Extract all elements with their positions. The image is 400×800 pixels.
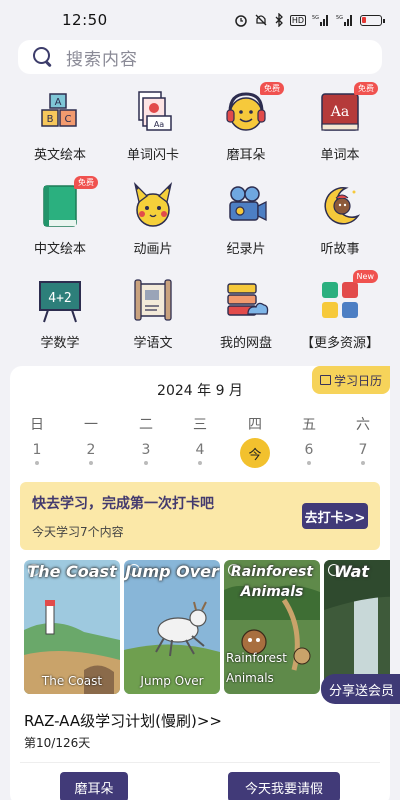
headphones-icon: 免费 [222,82,284,136]
book-caption: Jump Over [140,674,204,688]
calendar-day[interactable]: 4 [180,442,220,465]
abc-blocks-icon: A B C [36,88,84,136]
weekday-label: 四 [248,417,262,433]
grid-item-ear-training[interactable]: 免费 磨耳朵 [200,82,292,163]
alarm-icon [235,15,247,27]
book-cover-title: Rainforest Animals [230,564,314,600]
moon-story-icon [316,182,364,230]
svg-text:5G: 5G [312,15,319,21]
grid-item-label: 学数学 [40,336,80,351]
word-book-icon: Aa 免费 [316,82,378,136]
study-plan-title[interactable]: RAZ-AA级学习计划(慢刷)>> [24,710,222,731]
study-plan-progress: 第10/126天 [24,736,91,750]
free-badge: 免费 [74,176,98,189]
search-bar[interactable]: 搜索内容 [18,40,382,74]
weekday-label: 二 [139,417,153,433]
request-leave-button[interactable]: 今天我要请假 [228,772,340,800]
book-cover-title: The Coast [27,562,117,581]
grid-item-label: 我的网盘 [219,336,272,351]
free-badge: 免费 [260,82,284,95]
calendar-day-today[interactable]: 今 [235,438,275,468]
grid-item-word-flashcards[interactable]: Aa 单词闪卡 [107,88,199,163]
calendar-day[interactable]: 3 [126,442,166,465]
weekday-label: 六 [356,417,370,433]
flashcards-icon: Aa [129,88,177,136]
book-card[interactable]: The Coast The Coast [24,560,120,694]
search-icon [32,46,54,68]
divider [20,762,380,763]
grid-item-label: 单词闪卡 [126,148,179,163]
grid-item-learn-chinese[interactable]: 学语文 [107,276,199,351]
svg-text:C: C [65,114,72,125]
grid-item-learn-math[interactable]: 4+2 学数学 [14,276,106,351]
book-caption: Rainforest Animals [226,651,287,685]
hd-indicator: HD [289,14,306,26]
grid-item-label: 【更多资源】 [300,336,379,351]
grid-item-label: 中文绘本 [33,242,86,257]
status-icons: HD 5G 5G [234,13,385,27]
share-membership-tab[interactable]: 分享送会员 [320,674,400,704]
calendar-day[interactable]: 2 [71,442,111,465]
book-caption: The Coast [41,674,103,688]
cloud-server-icon [222,276,270,324]
signal-icon: 5G [312,15,328,26]
grid-item-my-cloud-drive[interactable]: 我的网盘 [200,276,292,351]
svg-text:Aa: Aa [330,104,349,120]
book-cover-title: Jump Over [125,562,219,581]
math-board-icon: 4+2 [36,276,84,324]
svg-text:Aa: Aa [154,120,164,129]
status-time: 12:50 [62,11,108,29]
grid-item-chinese-picture-books[interactable]: 免费 中文绘本 [14,176,106,257]
ear-training-button[interactable]: 磨耳朵 [60,772,128,800]
signal-icon-2: 5G [336,15,352,26]
study-calendar-tab[interactable]: 学习日历 [311,366,390,394]
study-calendar-label: 学习日历 [333,373,382,388]
checkin-banner: 快去学习，完成第一次打卡吧 今天学习7个内容 去打卡>> [20,482,380,550]
grid-item-more-resources[interactable]: New 【更多资源】 [294,270,386,351]
grid-item-label: 磨耳朵 [226,148,266,163]
calendar-icon [319,375,331,385]
grid-item-documentaries[interactable]: 纪录片 [200,182,292,257]
svg-text:B: B [47,114,54,125]
svg-text:A: A [55,97,62,108]
scroll-icon [129,276,177,324]
book-card[interactable]: Rainforest Animals Rainforest Animals [224,560,320,694]
search-input[interactable]: 搜索内容 [66,45,138,70]
svg-text:4+2: 4+2 [48,291,71,306]
weekday-label: 一 [84,417,98,433]
free-badge: 免费 [354,82,378,95]
grid-item-label: 纪录片 [226,242,266,257]
book-cover-title: Wat [334,562,370,581]
grid-item-label: 学语文 [133,336,173,351]
grid-item-label: 英文绘本 [33,148,86,163]
new-badge: New [352,270,378,283]
apps-grid-icon: New [316,270,378,324]
checkin-button[interactable]: 去打卡>> [302,503,368,529]
grid-item-listen-stories[interactable]: 听故事 [294,182,386,257]
pikachu-icon [129,181,177,230]
grid-item-word-book[interactable]: Aa 免费 单词本 [294,82,386,163]
grid-item-label: 听故事 [320,242,360,257]
weekday-label: 五 [302,417,316,433]
grid-item-label: 单词本 [320,148,360,163]
film-camera-icon [222,182,270,230]
grid-item-cartoons[interactable]: 动画片 [107,181,199,257]
mute-icon [255,14,267,26]
green-book-icon: 免费 [36,176,98,230]
calendar-day[interactable]: 7 [343,442,383,465]
status-bar: 12:50 HD 5G 5G [0,0,400,40]
weekday-label: 三 [193,417,207,433]
svg-text:5G: 5G [336,15,343,21]
grid-item-english-picture-books[interactable]: A B C 英文绘本 [14,88,106,163]
study-card: 2024 年 9 月 学习日历 日 一 二 三 四 五 六 1 2 3 4 今 … [10,366,390,800]
calendar-day[interactable]: 6 [289,442,329,465]
book-card[interactable]: Jump Over Jump Over [124,560,220,694]
grid-item-label: 动画片 [133,242,173,257]
battery-icon [360,14,385,26]
bluetooth-icon [275,13,283,27]
calendar-day[interactable]: 1 [17,442,57,465]
weekday-label: 日 [30,417,44,433]
